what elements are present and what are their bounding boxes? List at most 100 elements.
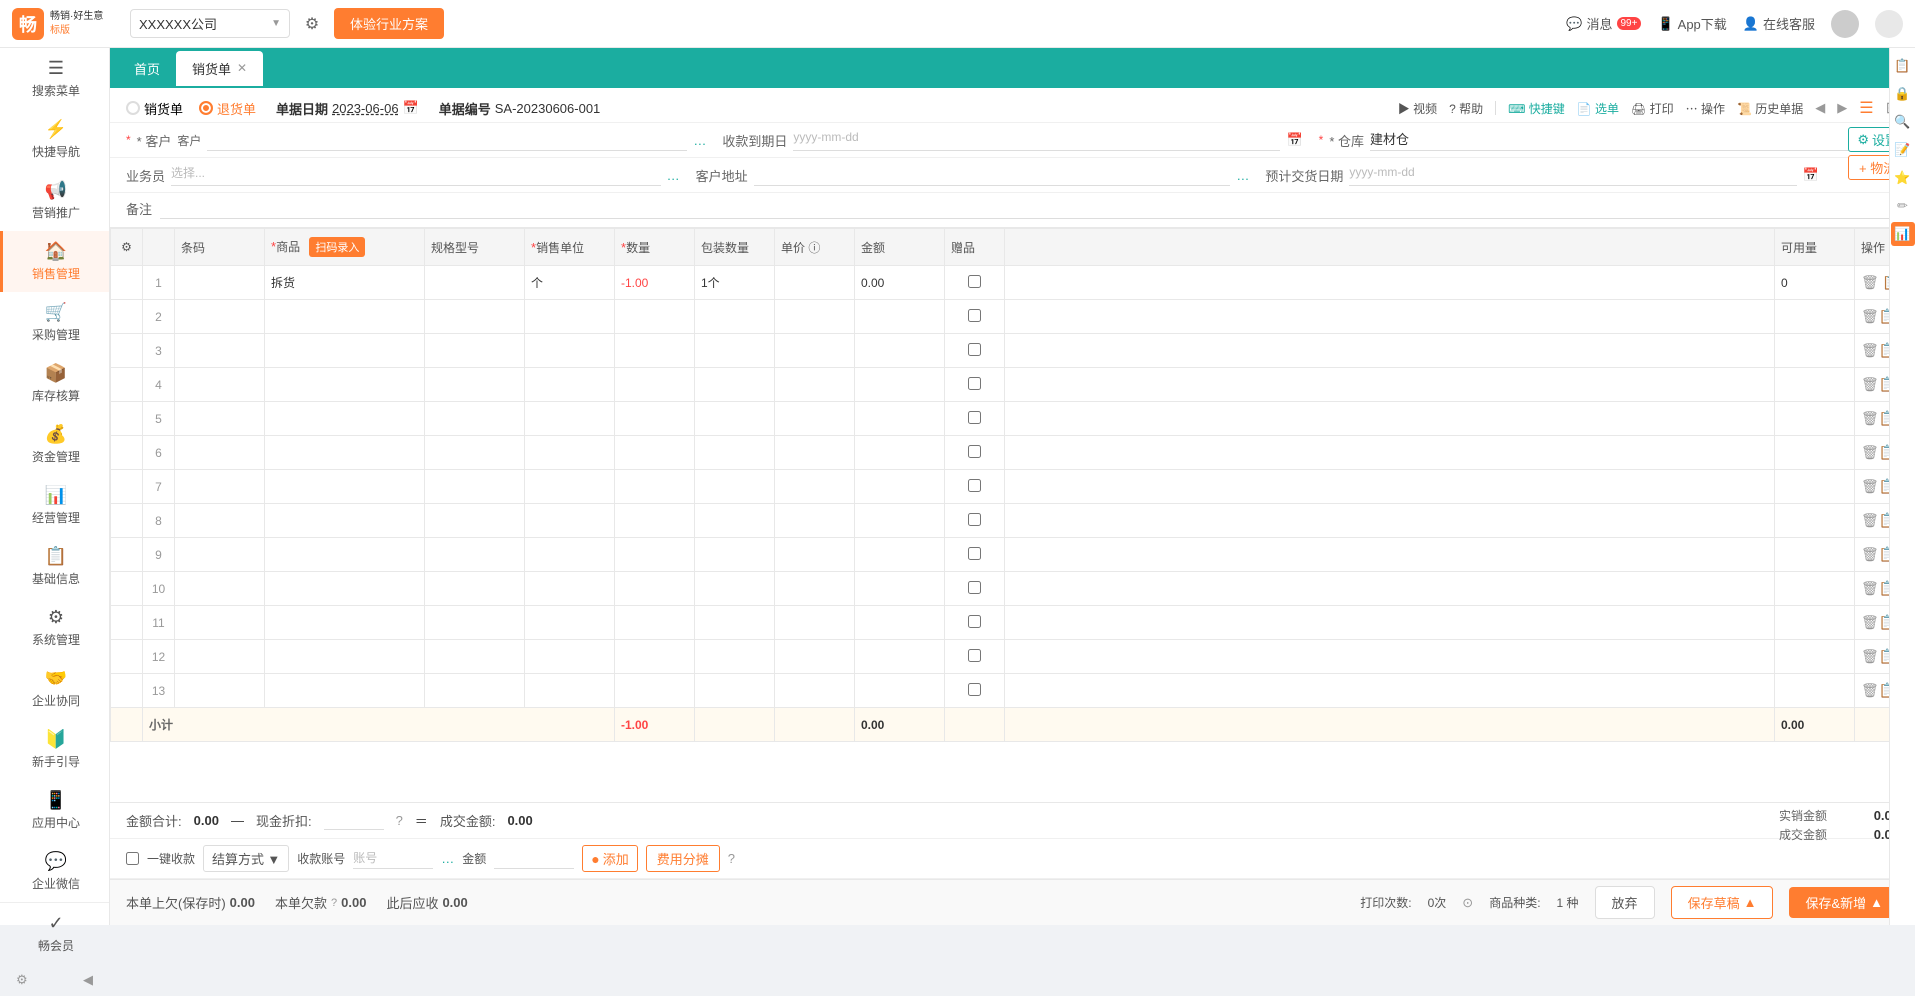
r9-pr[interactable] (775, 538, 855, 572)
expected-date-cal-icon[interactable]: 📅 (1803, 167, 1819, 183)
r10-gift[interactable] (945, 572, 1005, 606)
r12-g[interactable] (265, 640, 425, 674)
r6-a[interactable] (855, 436, 945, 470)
r5-u[interactable] (525, 402, 615, 436)
select-action[interactable]: 📄 选单 (1577, 100, 1619, 117)
r10-q[interactable] (615, 572, 695, 606)
r8-gift[interactable] (945, 504, 1005, 538)
r7-g[interactable] (265, 470, 425, 504)
r6-pq[interactable] (695, 436, 775, 470)
r13-bc[interactable] (175, 674, 265, 708)
r10-u[interactable] (525, 572, 615, 606)
r12-del[interactable]: 🗑 (1861, 648, 1879, 665)
product-types-icon[interactable]: ⊙ (1462, 895, 1473, 911)
r11-g[interactable] (265, 606, 425, 640)
th-settings[interactable]: ⚙ (111, 229, 143, 266)
r2-del[interactable]: 🗑 (1861, 308, 1879, 325)
nav-next-icon[interactable]: ▶ (1837, 100, 1847, 116)
r3-gift[interactable] (945, 334, 1005, 368)
sidebar-item-inventory[interactable]: 📦 库存核算 (0, 353, 109, 414)
r13-u[interactable] (525, 674, 615, 708)
sidebar-item-operations[interactable]: 📊 经营管理 (0, 475, 109, 536)
shortcut-action[interactable]: ⌨ 快捷键 (1508, 100, 1565, 117)
r12-q[interactable] (615, 640, 695, 674)
r13-sp[interactable] (425, 674, 525, 708)
r7-pr[interactable] (775, 470, 855, 504)
calc-method-select[interactable]: 结算方式 ▼ (203, 845, 289, 872)
radio-return[interactable]: 退货单 (199, 99, 256, 118)
r9-pq[interactable] (695, 538, 775, 572)
row1-spec[interactable] (425, 266, 525, 300)
r3-bc[interactable] (175, 334, 265, 368)
r5-pq[interactable] (695, 402, 775, 436)
r2-pq[interactable] (695, 300, 775, 334)
cash-discount-input[interactable] (324, 812, 384, 830)
salesperson-dots-icon[interactable]: … (667, 168, 680, 183)
r10-pq[interactable] (695, 572, 775, 606)
account-input[interactable]: 账号 (353, 849, 433, 869)
r7-gift[interactable] (945, 470, 1005, 504)
r10-bc[interactable] (175, 572, 265, 606)
r3-u[interactable] (525, 334, 615, 368)
notes-input[interactable] (160, 197, 1899, 219)
customer-addr-input[interactable] (754, 164, 1231, 186)
r8-del[interactable]: 🗑 (1861, 512, 1879, 529)
sidebar-item-guide[interactable]: 🔰 新手引导 (0, 719, 109, 780)
r8-bc[interactable] (175, 504, 265, 538)
trial-btn[interactable]: 体验行业方案 (334, 8, 444, 39)
r8-q[interactable] (615, 504, 695, 538)
r4-u[interactable] (525, 368, 615, 402)
r9-g[interactable] (265, 538, 425, 572)
history-action[interactable]: 📜 历史单据 (1737, 100, 1803, 117)
help-action[interactable]: ? 帮助 (1449, 100, 1483, 117)
due-date-cal-icon[interactable]: 📅 (1286, 132, 1302, 148)
rp-star-icon[interactable]: ⭐ (1891, 166, 1915, 190)
r6-q[interactable] (615, 436, 695, 470)
r9-gift[interactable] (945, 538, 1005, 572)
r8-pq[interactable] (695, 504, 775, 538)
r5-del[interactable]: 🗑 (1861, 410, 1879, 427)
r8-a[interactable] (855, 504, 945, 538)
r4-pr[interactable] (775, 368, 855, 402)
row1-qty[interactable]: -1.00 (615, 266, 695, 300)
r7-u[interactable] (525, 470, 615, 504)
sidebar-item-member[interactable]: ✓ 畅会员 (0, 903, 109, 964)
r5-bc[interactable] (175, 402, 265, 436)
r2-bc[interactable] (175, 300, 265, 334)
sidebar-item-search[interactable]: ☰ 搜索菜单 (0, 48, 109, 109)
r11-a[interactable] (855, 606, 945, 640)
salesperson-input[interactable]: 选择... (171, 164, 661, 186)
sidebar-item-system[interactable]: ⚙ 系统管理 (0, 597, 109, 658)
r12-bc[interactable] (175, 640, 265, 674)
r12-pr[interactable] (775, 640, 855, 674)
r2-u[interactable] (525, 300, 615, 334)
tab-sales-order[interactable]: 销货单 ✕ (176, 51, 263, 86)
r3-gift-cb[interactable] (968, 343, 981, 356)
r2-gift[interactable] (945, 300, 1005, 334)
save-draft-btn[interactable]: 保存草稿 ▲ (1671, 886, 1774, 919)
r5-gift-cb[interactable] (968, 411, 981, 424)
r4-sp[interactable] (425, 368, 525, 402)
row1-unit[interactable]: 个 (525, 266, 615, 300)
rp-lock-icon[interactable]: 🔒 (1891, 82, 1915, 106)
r3-sp[interactable] (425, 334, 525, 368)
help-circle-icon[interactable]: ? (396, 813, 403, 828)
tab-close-icon[interactable]: ✕ (237, 61, 247, 75)
r11-u[interactable] (525, 606, 615, 640)
user-avatar[interactable] (1831, 10, 1859, 38)
r13-a[interactable] (855, 674, 945, 708)
r9-q[interactable] (615, 538, 695, 572)
rp-note-icon[interactable]: 📝 (1891, 138, 1915, 162)
discard-btn[interactable]: 放弃 (1595, 886, 1655, 919)
amount-input[interactable] (494, 849, 574, 869)
r3-a[interactable] (855, 334, 945, 368)
row1-delete-btn[interactable]: 🗑 (1861, 274, 1879, 291)
r13-del[interactable]: 🗑 (1861, 682, 1879, 699)
nav-prev-icon[interactable]: ◀ (1815, 100, 1825, 116)
account-dots-icon[interactable]: … (441, 851, 454, 866)
save-new-btn[interactable]: 保存&新增 ▲ (1789, 887, 1899, 918)
r7-q[interactable] (615, 470, 695, 504)
r9-u[interactable] (525, 538, 615, 572)
r12-gift-cb[interactable] (968, 649, 981, 662)
r11-pq[interactable] (695, 606, 775, 640)
